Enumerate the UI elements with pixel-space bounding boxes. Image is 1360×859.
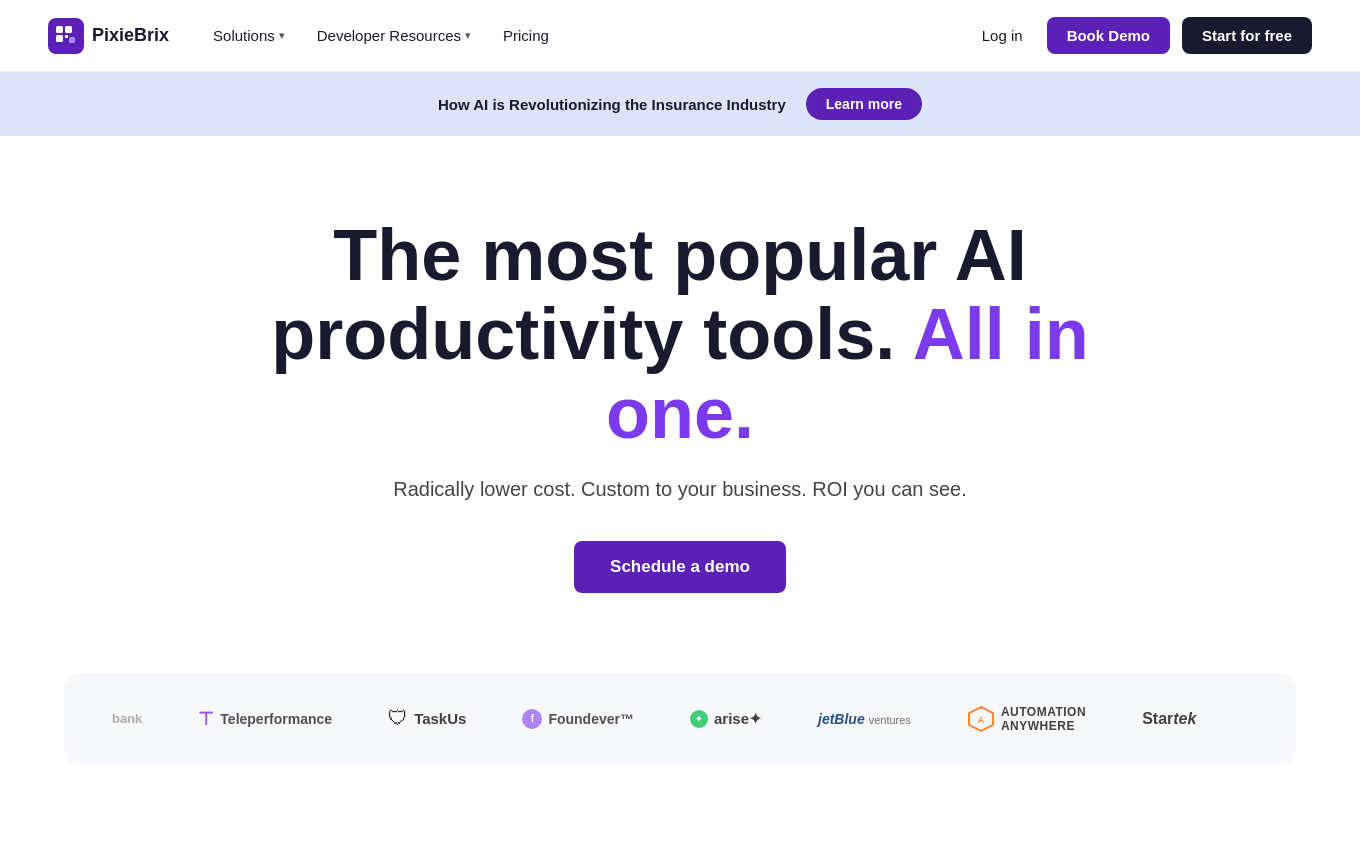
hero-section: The most popular AI productivity tools. … xyxy=(0,136,1360,653)
nav-developer-resources[interactable]: Developer Resources ▾ xyxy=(305,19,483,52)
learn-more-button[interactable]: Learn more xyxy=(806,88,922,120)
list-item: ⊤ Teleperformance xyxy=(198,708,332,730)
list-item: bank xyxy=(112,711,142,726)
nav-solutions[interactable]: Solutions ▾ xyxy=(201,19,297,52)
list-item: A AUTOMATIONANYWHERE xyxy=(967,705,1086,733)
logo-text: PixieBrix xyxy=(92,25,169,46)
announcement-banner: How AI is Revolutionizing the Insurance … xyxy=(0,72,1360,136)
logos-track: bank ⊤ Teleperformance 🛡 TaskUs f Founde… xyxy=(112,705,1248,733)
svg-text:A: A xyxy=(978,715,985,725)
banner-text: How AI is Revolutionizing the Insurance … xyxy=(438,96,786,113)
schedule-demo-button[interactable]: Schedule a demo xyxy=(574,541,786,593)
nav-right: Log in Book Demo Start for free xyxy=(970,17,1312,54)
book-demo-button[interactable]: Book Demo xyxy=(1047,17,1170,54)
list-item: Startek xyxy=(1142,710,1196,728)
list-item: 🛡 TaskUs xyxy=(388,707,466,730)
logo[interactable]: PixieBrix xyxy=(48,18,169,54)
list-item: f Foundever™ xyxy=(522,709,634,729)
logos-section: bank ⊤ Teleperformance 🛡 TaskUs f Founde… xyxy=(64,673,1296,765)
logo-icon xyxy=(48,18,84,54)
nav-links: Solutions ▾ Developer Resources ▾ Pricin… xyxy=(201,19,561,52)
list-item: ✦ arise✦ xyxy=(690,710,762,728)
hero-title: The most popular AI productivity tools. … xyxy=(230,216,1130,454)
nav-pricing[interactable]: Pricing xyxy=(491,19,561,52)
chevron-down-icon: ▾ xyxy=(465,29,471,42)
navbar: PixieBrix Solutions ▾ Developer Resource… xyxy=(0,0,1360,72)
svg-rect-1 xyxy=(65,26,72,33)
svg-rect-0 xyxy=(56,26,63,33)
svg-rect-2 xyxy=(56,35,63,42)
hero-subtitle: Radically lower cost. Custom to your bus… xyxy=(393,478,967,501)
chevron-down-icon: ▾ xyxy=(279,29,285,42)
login-button[interactable]: Log in xyxy=(970,19,1035,52)
list-item: jetBlue ventures xyxy=(818,711,911,727)
svg-rect-4 xyxy=(65,35,68,38)
svg-rect-3 xyxy=(69,37,75,43)
start-free-button[interactable]: Start for free xyxy=(1182,17,1312,54)
nav-left: PixieBrix Solutions ▾ Developer Resource… xyxy=(48,18,561,54)
